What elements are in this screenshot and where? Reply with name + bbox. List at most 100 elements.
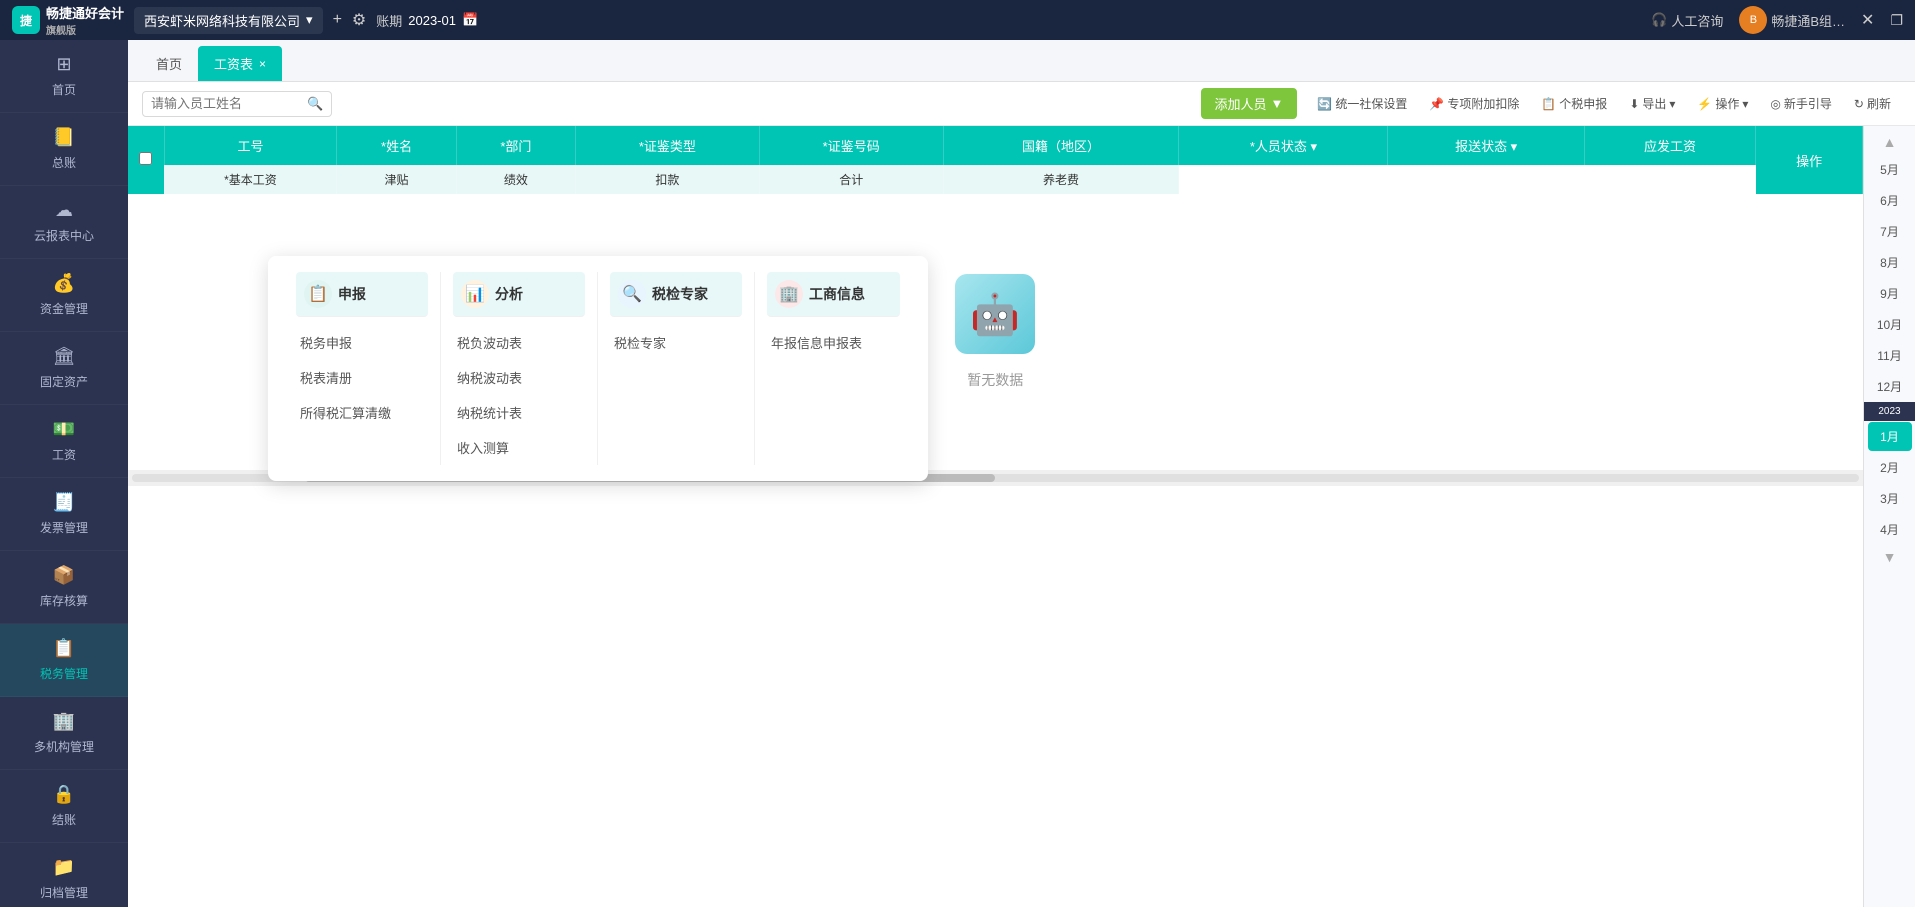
cal-month-5-2022[interactable]: 5月 — [1868, 155, 1912, 184]
sidebar-label-invoice: 发票管理 — [40, 519, 88, 536]
calendar-down-nav[interactable]: ▼ — [1879, 545, 1901, 569]
window-maximize-button[interactable]: ❐ — [1890, 12, 1903, 29]
cal-month-2-2023[interactable]: 2月 — [1868, 453, 1912, 482]
sidebar-label-assets: 固定资产 — [40, 373, 88, 390]
cal-month-8-2022[interactable]: 8月 — [1868, 248, 1912, 277]
select-all-checkbox[interactable] — [139, 152, 152, 165]
social-insurance-icon: 🔄 — [1317, 97, 1332, 111]
company-name: 西安虾米网络科技有限公司 — [144, 11, 300, 30]
content-area: 首页 工资表 × 🔍 添加人员 ▼ 🔄 统一社保设置 — [128, 40, 1915, 907]
company-dropdown-icon: ▾ — [306, 12, 313, 28]
period-info: 账期 2023-01 📅 — [376, 11, 478, 30]
tab-close-button[interactable]: × — [259, 57, 266, 71]
search-box: 🔍 — [142, 91, 332, 117]
cal-month-4-2023[interactable]: 4月 — [1868, 515, 1912, 544]
tab-home[interactable]: 首页 — [140, 46, 198, 81]
menu-title-shuijian: 🔍 税检专家 — [610, 272, 742, 317]
sidebar-item-ledger[interactable]: 📒 总账 — [0, 113, 128, 186]
sidebar-item-tax[interactable]: 📋 税务管理 — [0, 624, 128, 697]
cal-month-10-2022[interactable]: 10月 — [1868, 310, 1912, 339]
cal-month-12-2022[interactable]: 12月 — [1868, 372, 1912, 401]
company-selector[interactable]: 西安虾米网络科技有限公司 ▾ — [134, 7, 323, 34]
menu-item-annual-report[interactable]: 年报信息申报表 — [767, 325, 900, 360]
cloud-icon: ☁ — [55, 200, 73, 221]
top-bar-right: 🎧 人工咨询 B 畅捷通B组… ✕ ❐ — [1651, 6, 1903, 34]
sidebar-item-home[interactable]: ⊞ 首页 — [0, 40, 128, 113]
menu-item-tax-expert[interactable]: 税检专家 — [610, 325, 742, 360]
sidebar-item-assets[interactable]: 🏛 固定资产 — [0, 332, 128, 405]
fenxi-section-icon: 📊 — [461, 280, 489, 308]
sidebar-label-archive: 归档管理 — [40, 884, 88, 901]
menu-item-tax-stats[interactable]: 纳税统计表 — [453, 395, 585, 430]
export-icon: ⬇ — [1629, 97, 1639, 111]
menu-item-tax-burden[interactable]: 税负波动表 — [453, 325, 585, 360]
sidebar-item-salary[interactable]: 💵 工资 — [0, 405, 128, 478]
calendar-panel: ▲ 5月 6月 7月 8月 9月 10月 11月 12月 2023 1月 2月 … — [1863, 126, 1915, 907]
menu-item-tax-table[interactable]: 税表清册 — [296, 360, 428, 395]
add-dropdown-arrow: ▼ — [1271, 96, 1284, 111]
export-label: 导出 — [1642, 95, 1666, 112]
shenbao-section-icon: 📋 — [304, 280, 332, 308]
col-report-status: 报送状态 ▾ — [1388, 126, 1584, 165]
tab-bar: 首页 工资表 × — [128, 40, 1915, 82]
col-id-num: *证鉴号码 — [759, 126, 943, 165]
sidebar-item-close[interactable]: 🔒 结账 — [0, 770, 128, 843]
year-2023-marker: 2023 — [1864, 402, 1915, 421]
search-icon: 🔍 — [307, 96, 323, 112]
menu-section-gongshang: 🏢 工商信息 年报信息申报表 — [755, 272, 912, 465]
toolbar-right: 🔄 统一社保设置 📌 专项附加扣除 📋 个税申报 ⬇ 导出 ▾ ⚡ — [1307, 90, 1901, 117]
sidebar-item-multi[interactable]: 🏢 多机构管理 — [0, 697, 128, 770]
user-area[interactable]: B 畅捷通B组… — [1739, 6, 1845, 34]
tax-report-button[interactable]: 📋 个税申报 — [1531, 90, 1617, 117]
consult-button[interactable]: 🎧 人工咨询 — [1651, 11, 1723, 30]
col-status: *人员状态 ▾ — [1179, 126, 1388, 165]
col-payroll-group: 应发工资 — [1584, 126, 1755, 165]
add-staff-button[interactable]: 添加人员 ▼ — [1201, 88, 1298, 119]
col-id-type: *证鉴类型 — [575, 126, 759, 165]
col-number: 工号 — [164, 126, 337, 165]
consult-label: 人工咨询 — [1671, 11, 1723, 30]
window-close-button[interactable]: ✕ — [1861, 10, 1874, 30]
cal-month-7-2022[interactable]: 7月 — [1868, 217, 1912, 246]
sidebar-item-invoice[interactable]: 🧾 发票管理 — [0, 478, 128, 551]
cal-month-11-2022[interactable]: 11月 — [1868, 341, 1912, 370]
col-allowance: 津贴 — [337, 165, 456, 194]
menu-item-tax-fluctuation[interactable]: 纳税波动表 — [453, 360, 585, 395]
empty-robot-icon: 🤖 — [970, 291, 1020, 338]
settings-icon[interactable]: ⚙ — [352, 10, 366, 30]
calendar-up-nav[interactable]: ▲ — [1879, 130, 1901, 154]
sidebar-label-salary: 工资 — [52, 446, 76, 463]
add-company-button[interactable]: + — [333, 11, 342, 29]
search-input[interactable] — [151, 96, 301, 111]
social-insurance-button[interactable]: 🔄 统一社保设置 — [1307, 90, 1417, 117]
col-dept: *部门 — [456, 126, 575, 165]
shuijian-title: 税检专家 — [652, 284, 708, 304]
cal-month-1-2023[interactable]: 1月 — [1868, 422, 1912, 451]
special-deduction-button[interactable]: 📌 专项附加扣除 — [1419, 90, 1529, 117]
invoice-icon: 🧾 — [53, 492, 75, 513]
menu-item-income-tax-clearance[interactable]: 所得税汇算清缴 — [296, 395, 428, 430]
sidebar-item-cloud[interactable]: ☁ 云报表中心 — [0, 186, 128, 259]
col-name: *姓名 — [337, 126, 456, 165]
special-deduction-icon: 📌 — [1429, 97, 1444, 111]
operation-button[interactable]: ⚡ 操作 ▾ — [1687, 90, 1758, 117]
tab-salary[interactable]: 工资表 × — [198, 46, 282, 81]
menu-item-tax-filing[interactable]: 税务申报 — [296, 325, 428, 360]
new-guide-button[interactable]: ◎ 新手引导 — [1760, 90, 1842, 117]
period-value[interactable]: 2023-01 — [408, 13, 456, 28]
select-all-header[interactable] — [128, 126, 164, 194]
cal-month-6-2022[interactable]: 6月 — [1868, 186, 1912, 215]
col-deduction: 扣款 — [575, 165, 759, 194]
sidebar-label-ledger: 总账 — [52, 154, 76, 171]
menu-item-income-estimate[interactable]: 收入测算 — [453, 430, 585, 465]
sidebar-item-archive[interactable]: 📁 归档管理 — [0, 843, 128, 907]
cal-month-3-2023[interactable]: 3月 — [1868, 484, 1912, 513]
cal-month-9-2022[interactable]: 9月 — [1868, 279, 1912, 308]
sidebar-item-inventory[interactable]: 📦 库存核算 — [0, 551, 128, 624]
menu-title-shenbao: 📋 申报 — [296, 272, 428, 317]
refresh-button[interactable]: ↻ 刷新 — [1844, 90, 1901, 117]
app-name: 畅捷通好会计 — [46, 3, 124, 22]
sidebar-label-funds: 资金管理 — [40, 300, 88, 317]
sidebar-item-funds[interactable]: 💰 资金管理 — [0, 259, 128, 332]
export-button[interactable]: ⬇ 导出 ▾ — [1619, 90, 1685, 117]
